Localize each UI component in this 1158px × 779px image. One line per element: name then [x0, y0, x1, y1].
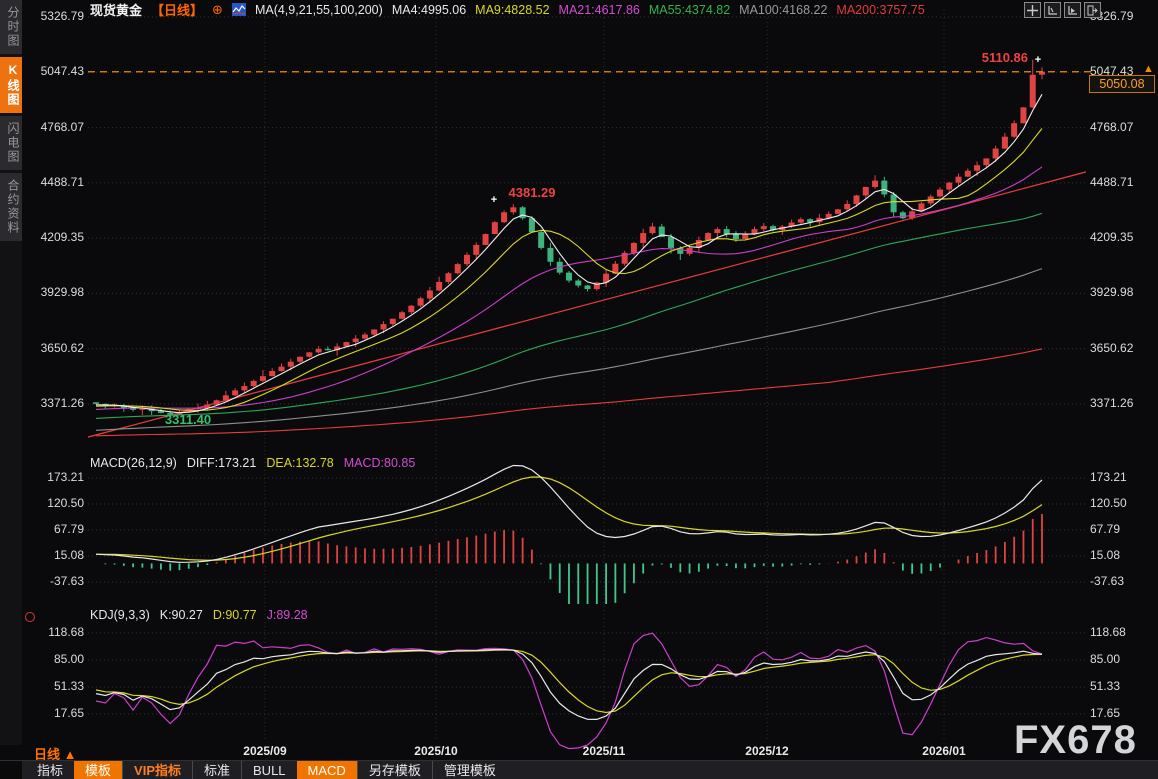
ma21-value: MA21:4617.86	[559, 3, 640, 17]
tab-templates[interactable]: 模板	[74, 761, 122, 779]
x-label-month: 2025/10	[414, 744, 457, 758]
ma9-line	[96, 129, 1042, 411]
tab-macd[interactable]: MACD	[297, 761, 357, 779]
symbol-name: 现货黄金	[90, 0, 142, 19]
chart-style-icon[interactable]	[232, 3, 246, 16]
tab-vip-indicators[interactable]: VIP指标	[122, 761, 192, 779]
ma9-value: MA9:4828.52	[475, 3, 549, 17]
ma55-value: MA55:4374.82	[649, 3, 730, 17]
x-axis-scale-icon[interactable]	[1064, 2, 1081, 18]
x-label-month: 2026/01	[922, 744, 965, 758]
tab-manage-template[interactable]: 管理模板	[432, 761, 507, 779]
sidebar-tab-kline[interactable]: K线图	[0, 57, 22, 113]
chart-annotation: 4381.29	[509, 185, 556, 200]
dea-line	[96, 477, 1042, 560]
diff-line	[96, 466, 1042, 563]
chart-tool-icons	[1024, 2, 1101, 18]
toolbar-corner	[0, 761, 22, 779]
ma100-value: MA100:4168.22	[739, 3, 827, 17]
y-axis-scale-icon[interactable]	[1044, 2, 1061, 18]
macd-pane-layer	[96, 466, 1042, 617]
macd-title: MACD(26,12,9)	[90, 456, 177, 470]
dea-value: DEA:132.78	[266, 456, 333, 470]
j-value: J:89.28	[267, 608, 308, 622]
current-price-box: 5050.08	[1089, 75, 1155, 93]
add-indicator-icon[interactable]: ⊕	[212, 3, 223, 16]
macd-panel-header: MACD(26,12,9) DIFF:173.21 DEA:132.78 MAC…	[90, 456, 415, 470]
ma4-line	[96, 94, 1042, 412]
d-value: D:90.77	[213, 608, 257, 622]
tab-standard[interactable]: 标准	[192, 761, 241, 779]
x-axis-row: 日线 ▲ 2025/09 2025/10 2025/11 2025/12 202…	[0, 742, 1158, 759]
ma55-line	[96, 213, 1042, 418]
chart-annotation: +	[491, 194, 497, 206]
ma4-value: MA4:4995.06	[392, 3, 466, 17]
chart-annotation: +	[1035, 54, 1041, 66]
sidebar-tab-lightning[interactable]: 闪电图	[0, 116, 22, 170]
chart-annotation: 5110.86	[982, 50, 1028, 65]
tab-save-template[interactable]: 另存模板	[357, 761, 432, 779]
x-label-month: 2025/09	[243, 744, 286, 758]
fx678-watermark: FX678	[1014, 718, 1137, 763]
kdj-pane-layer	[96, 633, 1042, 748]
crosshair-icon[interactable]	[1024, 2, 1041, 18]
bottom-toolbar: 指标 模板 VIP指标 标准 BULL MACD 另存模板 管理模板	[0, 760, 1158, 779]
chart-legend: 现货黄金 【日线】 ⊕ MA(4,9,21,55,100,200) MA4:49…	[90, 1, 925, 18]
d-line	[96, 650, 1042, 713]
price-up-arrow-icon: ▲	[1143, 63, 1154, 75]
kdj-panel-header: KDJ(9,3,3) K:90.27 D:90.77 J:89.28	[90, 608, 308, 622]
main-pane-layer	[88, 60, 1086, 437]
chart-canvas[interactable]: 5110.86 +4381.29 +3311.40	[0, 0, 1158, 756]
j-line	[96, 633, 1042, 748]
sidebar-tab-timeshare[interactable]: 分时图	[0, 0, 22, 54]
macd-value: MACD:80.85	[344, 456, 416, 470]
x-label-month: 2025/12	[745, 744, 788, 758]
diff-value: DIFF:173.21	[187, 456, 256, 470]
ma21-line	[96, 167, 1042, 410]
trading-app: 5110.86+4381.29+3311.40 5326.795326.7950…	[0, 0, 1158, 779]
chart-annotation: 3311.40	[165, 412, 211, 427]
k-value: K:90.27	[160, 608, 203, 622]
tab-indicators[interactable]: 指标	[26, 761, 74, 779]
sidebar: 分时图 K线图 闪电图 合约资料	[0, 0, 22, 745]
kdj-title: KDJ(9,3,3)	[90, 608, 150, 622]
x-label-month: 2025/11	[583, 744, 626, 758]
sidebar-tab-contract-info[interactable]: 合约资料	[0, 173, 22, 241]
export-icon[interactable]	[1084, 2, 1101, 18]
kdj-marker-icon[interactable]	[25, 612, 35, 622]
ma200-value: MA200:3757.75	[836, 3, 924, 17]
ma-settings: MA(4,9,21,55,100,200)	[255, 3, 383, 17]
tab-bull[interactable]: BULL	[241, 761, 297, 779]
period-label: 【日线】	[151, 0, 203, 19]
